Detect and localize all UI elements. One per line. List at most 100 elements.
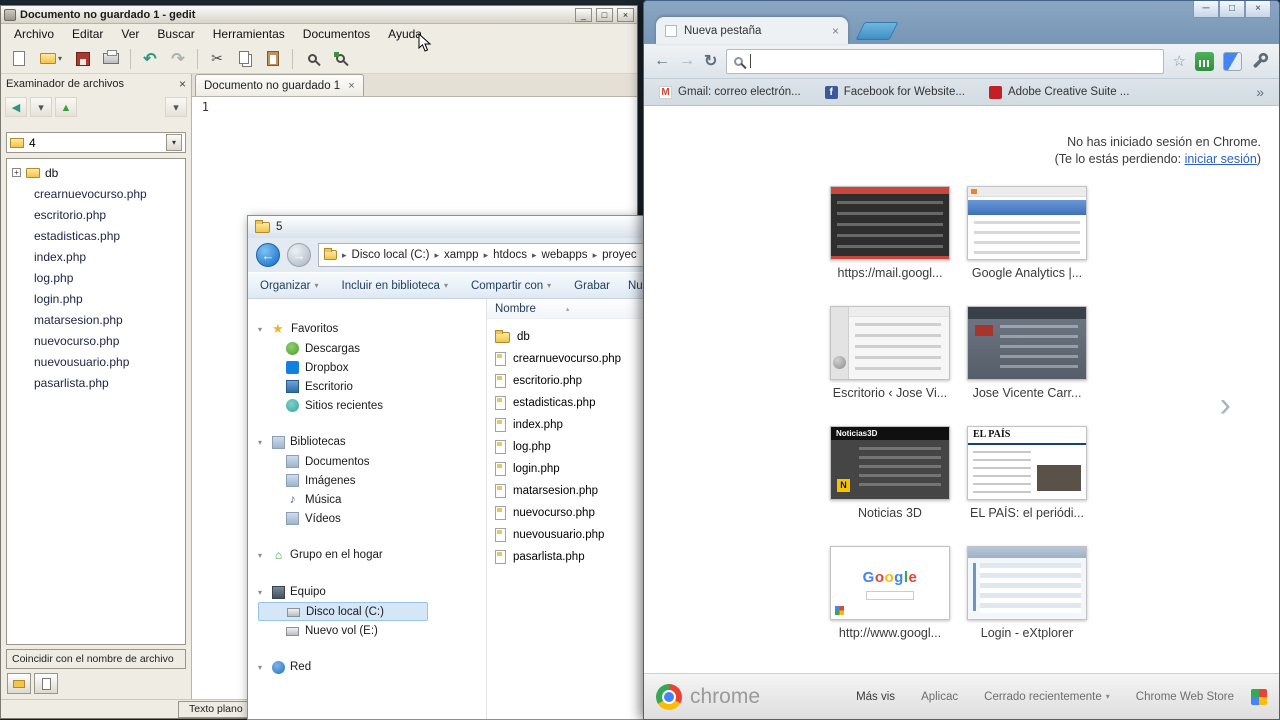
most-visited-tile[interactable]: Noticias3D N Noticias 3D xyxy=(830,426,950,520)
most-visited-tile[interactable]: Google http://www.googl... xyxy=(830,546,950,640)
save-button[interactable] xyxy=(71,47,95,71)
menu-herramientas[interactable]: Herramientas xyxy=(204,25,294,43)
wrench-menu-icon[interactable] xyxy=(1251,52,1269,70)
next-page-arrow[interactable]: › xyxy=(1220,386,1231,425)
menu-editar[interactable]: Editar xyxy=(63,25,112,43)
thumbnail-noticias3d[interactable]: Noticias3D N xyxy=(830,426,950,500)
nav-documentos[interactable]: Documentos xyxy=(258,452,486,471)
expander-icon[interactable]: + xyxy=(12,168,21,177)
tree-file[interactable]: login.php xyxy=(7,288,185,309)
thumbnail-wordpress[interactable] xyxy=(830,306,950,380)
thumbnail-extplorer[interactable] xyxy=(967,546,1087,620)
most-visited-tile[interactable]: EL PAÍS EL PAÍS: el periódi... xyxy=(967,426,1087,520)
copy-button[interactable] xyxy=(233,47,257,71)
syntax-mode-selector[interactable]: Texto plano xyxy=(178,700,254,718)
burn-button[interactable]: Grabar xyxy=(574,280,610,292)
tree-expanded-icon[interactable]: ▾ xyxy=(258,551,267,560)
most-visited-tile[interactable]: Google Analytics |... xyxy=(967,186,1087,280)
new-folder-button[interactable]: Nu xyxy=(628,280,643,292)
footer-apps[interactable]: Aplicac xyxy=(912,691,967,703)
nav-descargas[interactable]: Descargas xyxy=(258,339,486,358)
nav-escritorio[interactable]: Escritorio xyxy=(258,377,486,396)
tree-expanded-icon[interactable]: ▾ xyxy=(258,663,267,672)
nav-sitios-recientes[interactable]: Sitios recientes xyxy=(258,396,486,415)
chrome-tabstrip[interactable]: ─ □ × Nueva pestaña × xyxy=(644,1,1279,44)
nav-disco-local-c[interactable]: Disco local (C:) xyxy=(258,602,428,621)
minimize-button[interactable]: _ xyxy=(575,7,592,22)
browser-tab-nueva-pestana[interactable]: Nueva pestaña × xyxy=(656,17,848,44)
nav-grupo-hogar[interactable]: ▾ ⌂ Grupo en el hogar xyxy=(258,545,486,565)
filename-filter[interactable]: Coincidir con el nombre de archivo xyxy=(6,649,186,669)
organize-button[interactable]: Organizar ▾ xyxy=(260,280,324,292)
nav-equipo[interactable]: ▾ Equipo xyxy=(258,582,486,602)
maximize-button[interactable]: □ xyxy=(1219,1,1245,18)
webstore-icon[interactable] xyxy=(1251,688,1267,705)
extension-icon-translate[interactable] xyxy=(1223,51,1242,71)
tree-file[interactable]: pasarlista.php xyxy=(7,372,185,393)
menu-archivo[interactable]: Archivo xyxy=(5,25,63,43)
documents-tab[interactable] xyxy=(34,673,58,694)
minimize-button[interactable]: ─ xyxy=(1193,1,1219,18)
breadcrumb-disco-local[interactable]: Disco local (C:) xyxy=(352,249,430,261)
thumbnail-jose-vicente[interactable] xyxy=(967,306,1087,380)
nav-videos[interactable]: Vídeos xyxy=(258,509,486,528)
open-button[interactable]: ▾ xyxy=(35,47,67,71)
menu-ver[interactable]: Ver xyxy=(112,25,148,43)
maximize-button[interactable]: □ xyxy=(596,7,613,22)
reload-button[interactable]: ↻ xyxy=(704,51,717,71)
forward-button[interactable]: → xyxy=(679,52,695,70)
most-visited-tile[interactable]: https://mail.googl... xyxy=(830,186,950,280)
breadcrumb-proyecto[interactable]: proyec xyxy=(602,249,637,261)
parent-folder-button[interactable]: ▲ xyxy=(55,97,77,117)
cut-button[interactable]: ✂ xyxy=(205,47,229,71)
new-document-button[interactable] xyxy=(7,47,31,71)
bookmark-facebook[interactable]: f Facebook for Website... xyxy=(824,85,965,99)
location-dropdown-button[interactable]: ▾ xyxy=(30,97,52,117)
tree-file[interactable]: index.php xyxy=(7,246,185,267)
tree-expanded-icon[interactable]: ▾ xyxy=(258,325,267,334)
signin-link[interactable]: iniciar sesión xyxy=(1185,152,1257,166)
thumbnail-analytics[interactable] xyxy=(967,186,1087,260)
most-visited-tile[interactable]: Login - eXtplorer xyxy=(967,546,1087,640)
extension-icon-analytics[interactable] xyxy=(1195,51,1214,71)
redo-button[interactable]: ↷ xyxy=(166,47,190,71)
tree-file[interactable]: matarsesion.php xyxy=(7,309,185,330)
menu-buscar[interactable]: Buscar xyxy=(148,25,203,43)
tree-expanded-icon[interactable]: ▾ xyxy=(258,438,267,447)
paste-button[interactable] xyxy=(261,47,285,71)
find-button[interactable] xyxy=(300,47,324,71)
replace-button[interactable] xyxy=(328,47,352,71)
tree-file[interactable]: crearnuevocurso.php xyxy=(7,183,185,204)
tab-close-icon[interactable]: × xyxy=(832,24,839,38)
document-tab[interactable]: Documento no guardado 1 × xyxy=(195,74,364,96)
nav-imagenes[interactable]: Imágenes xyxy=(258,471,486,490)
new-tab-button[interactable] xyxy=(855,22,899,40)
nav-bibliotecas[interactable]: ▾ Bibliotecas xyxy=(258,432,486,452)
nav-nuevo-vol-e[interactable]: Nuevo vol (E:) xyxy=(258,621,486,640)
close-button[interactable]: × xyxy=(617,7,634,22)
nav-red[interactable]: ▾ Red xyxy=(258,657,486,677)
location-combobox[interactable]: 4 ▾ xyxy=(6,132,186,153)
breadcrumb-htdocs[interactable]: htdocs xyxy=(493,249,527,261)
file-browser-tab[interactable] xyxy=(7,673,31,694)
tree-folder-db[interactable]: + db xyxy=(7,162,185,183)
most-visited-tile[interactable]: Escritorio ‹ Jose Vi... xyxy=(830,306,950,400)
panel-close-icon[interactable]: × xyxy=(179,77,186,91)
tree-expanded-icon[interactable]: ▾ xyxy=(258,588,267,597)
breadcrumb-webapps[interactable]: webapps xyxy=(542,249,588,261)
footer-most-visited[interactable]: Más vis xyxy=(847,691,904,703)
footer-recently-closed[interactable]: Cerrado recientemente ▾ xyxy=(975,691,1119,703)
tab-close-icon[interactable]: × xyxy=(348,80,354,92)
forward-button[interactable]: → xyxy=(287,243,311,267)
back-button[interactable]: ← xyxy=(256,243,280,267)
menu-documentos[interactable]: Documentos xyxy=(294,25,379,43)
bookmarks-overflow-icon[interactable]: » xyxy=(1256,84,1264,100)
print-button[interactable] xyxy=(99,47,123,71)
most-visited-tile[interactable]: Jose Vicente Carr... xyxy=(967,306,1087,400)
column-header-nombre[interactable]: Nombre ▴ xyxy=(487,299,659,318)
tree-file[interactable]: nuevousuario.php xyxy=(7,351,185,372)
nav-favoritos[interactable]: ▾ ★ Favoritos xyxy=(258,319,486,339)
bookmark-star-icon[interactable]: ☆ xyxy=(1173,52,1186,70)
include-in-library-button[interactable]: Incluir en biblioteca ▾ xyxy=(342,280,453,292)
nav-dropbox[interactable]: Dropbox xyxy=(258,358,486,377)
